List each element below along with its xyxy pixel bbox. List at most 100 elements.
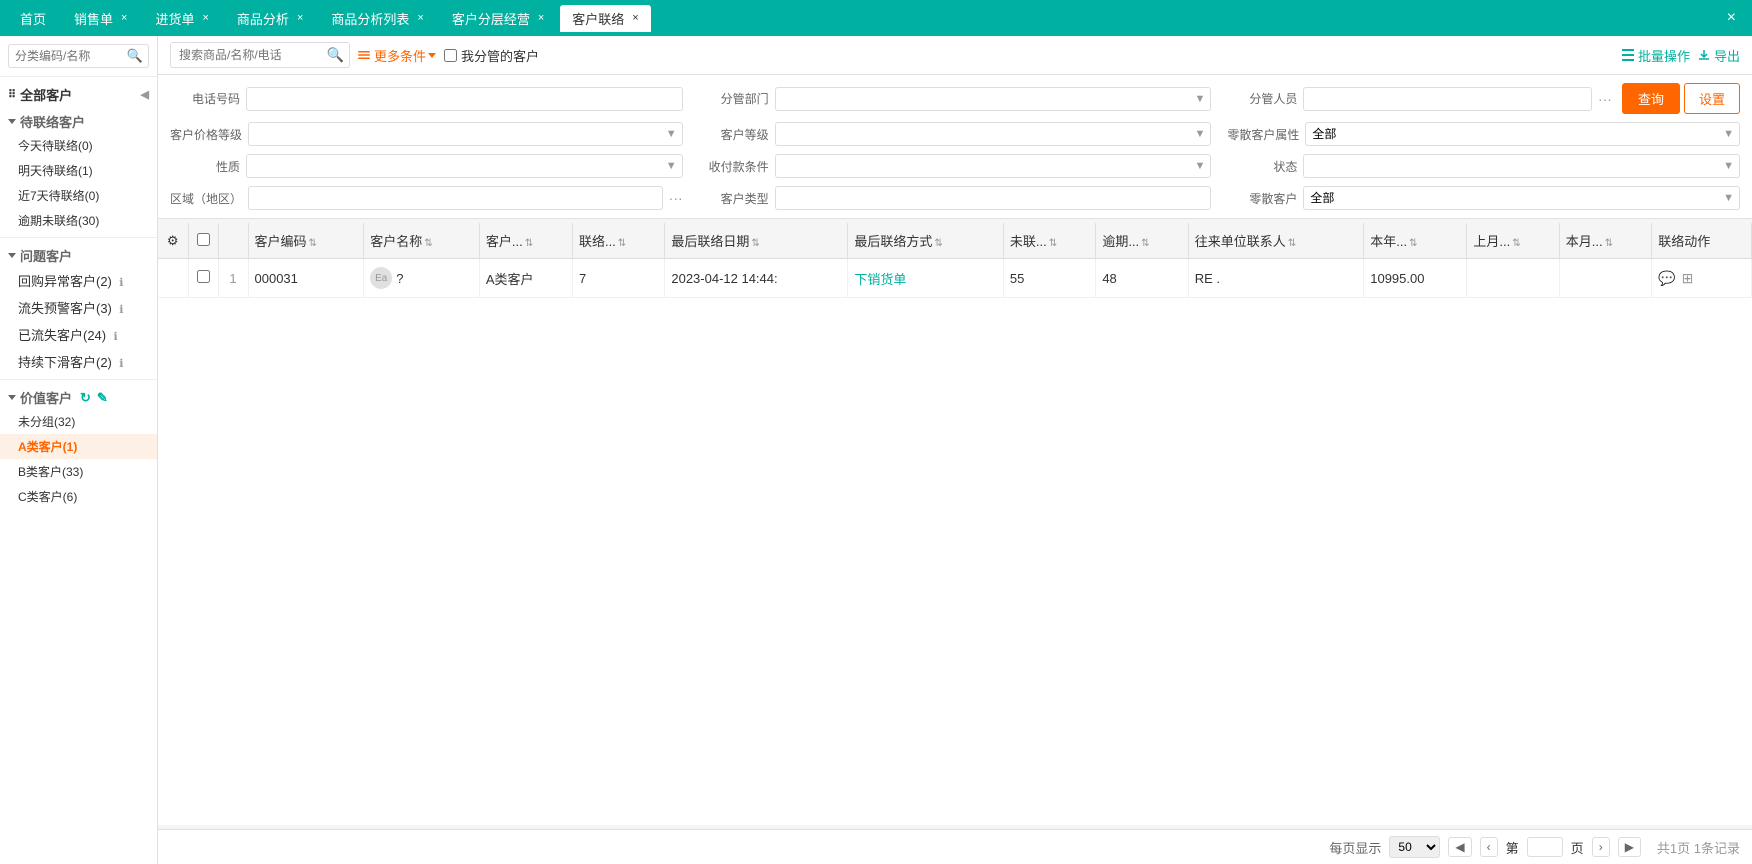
sort-icon-this-month: ⇅ bbox=[1605, 238, 1613, 249]
collapse-sidebar-icon: ◀ bbox=[141, 88, 149, 101]
col-header-name[interactable]: 客户名称⇅ bbox=[364, 223, 480, 259]
close-analysis-tab[interactable]: × bbox=[297, 12, 303, 24]
col-header-settings[interactable]: ⚙ bbox=[158, 223, 188, 259]
filter-search-button[interactable]: 🔍 bbox=[327, 47, 344, 64]
sort-icon-overdue: ⇅ bbox=[1141, 238, 1149, 249]
col-header-no-contact[interactable]: 未联...⇅ bbox=[1003, 223, 1095, 259]
last-page-button[interactable]: ▶ bbox=[1618, 837, 1641, 857]
filter-row-price-level: 客户价格等级 ▼ bbox=[170, 122, 683, 146]
close-purchase-tab[interactable]: × bbox=[202, 12, 208, 24]
settings-button[interactable]: 设置 bbox=[1684, 83, 1740, 114]
sidebar-item-7days[interactable]: 近7天待联络(0) bbox=[0, 183, 157, 208]
nav-tab-analysis-list[interactable]: 商品分析列表 × bbox=[319, 5, 435, 32]
nav-tab-customer-contact[interactable]: 客户联络 × bbox=[560, 5, 650, 32]
filter-select-dept[interactable] bbox=[775, 87, 1212, 111]
filter-search-input[interactable] bbox=[170, 42, 350, 68]
nav-home[interactable]: 首页 bbox=[8, 5, 58, 32]
sidebar-item-declining[interactable]: 持续下滑客户(2) ℹ bbox=[0, 348, 157, 375]
row-select-checkbox[interactable] bbox=[197, 270, 210, 283]
filter-dots-manager[interactable]: ··· bbox=[1598, 91, 1612, 107]
sidebar: 🔍 ⠿ 全部客户 ◀ 待联络客户 今天待联络(0) 明天待联络(1) 近7天待联… bbox=[0, 36, 158, 864]
sidebar-item-ungroup[interactable]: 未分组(32) bbox=[0, 409, 157, 434]
col-header-contact[interactable]: 联络...⇅ bbox=[572, 223, 664, 259]
sidebar-item-a-class[interactable]: A类客户(1) bbox=[0, 434, 157, 459]
nav-tab-sales[interactable]: 销售单 × bbox=[62, 5, 139, 32]
link-icon[interactable]: ⊞ bbox=[1682, 270, 1694, 287]
row-checkbox[interactable] bbox=[188, 259, 218, 298]
sort-icon-contact: ⇅ bbox=[618, 238, 626, 249]
close-customer-contact-tab[interactable]: × bbox=[632, 12, 638, 24]
filter-label-phone: 电话号码 bbox=[170, 90, 240, 107]
filter-label-price-level: 客户价格等级 bbox=[170, 126, 242, 143]
close-customer-tier-tab[interactable]: × bbox=[538, 12, 544, 24]
filter-label-nature: 性质 bbox=[170, 158, 240, 175]
filter-label-dept: 分管部门 bbox=[699, 90, 769, 107]
filter-row-retail: 零散客户 全部 ▼ bbox=[1227, 186, 1740, 210]
prev-page-button[interactable]: ‹ bbox=[1480, 837, 1498, 857]
nav-tab-analysis[interactable]: 商品分析 × bbox=[225, 5, 315, 32]
col-header-seq bbox=[218, 223, 248, 259]
page-number-input[interactable]: 1 bbox=[1527, 837, 1563, 857]
select-all-checkbox[interactable] bbox=[197, 233, 210, 246]
sidebar-item-overdue[interactable]: 逾期未联络(30) bbox=[0, 208, 157, 233]
col-header-last-month[interactable]: 上月...⇅ bbox=[1467, 223, 1559, 259]
my-customers-checkbox[interactable] bbox=[444, 49, 457, 62]
sidebar-item-c-class[interactable]: C类客户(6) bbox=[0, 484, 157, 509]
filter-input-customer-type[interactable] bbox=[775, 186, 1212, 210]
sort-icon-last-date: ⇅ bbox=[751, 238, 759, 249]
sort-icon-no-contact: ⇅ bbox=[1049, 238, 1057, 249]
col-header-code[interactable]: 客户编码⇅ bbox=[248, 223, 364, 259]
filter-select-nature[interactable] bbox=[246, 154, 683, 178]
sidebar-item-repurchase-abnormal[interactable]: 回购异常客户(2) ℹ bbox=[0, 267, 157, 294]
close-analysis-list-tab[interactable]: × bbox=[417, 12, 423, 24]
row-this-month bbox=[1559, 259, 1651, 298]
col-header-this-month[interactable]: 本月...⇅ bbox=[1559, 223, 1651, 259]
sidebar-item-churn-warning[interactable]: 流失预警客户(3) ℹ bbox=[0, 294, 157, 321]
filter-search-wrap: 🔍 bbox=[170, 42, 350, 68]
filter-input-phone[interactable] bbox=[246, 87, 683, 111]
my-customers-checkbox-wrap[interactable]: 我分管的客户 bbox=[444, 46, 539, 65]
filter-input-region[interactable] bbox=[248, 186, 663, 210]
sidebar-item-today[interactable]: 今天待联络(0) bbox=[0, 133, 157, 158]
filter-select-nature-wrap: ▼ bbox=[246, 154, 683, 178]
col-header-last-method[interactable]: 最后联络方式⇅ bbox=[848, 223, 1004, 259]
filter-select-retail-attr[interactable]: 全部 bbox=[1305, 122, 1740, 146]
close-sales-tab[interactable]: × bbox=[121, 12, 127, 24]
sidebar-search-wrap: 🔍 bbox=[8, 44, 149, 68]
sidebar-item-churned[interactable]: 已流失客户(24) ℹ bbox=[0, 321, 157, 348]
more-filters-button[interactable]: 更多条件 bbox=[358, 46, 436, 65]
filter-select-retail[interactable]: 全部 bbox=[1303, 186, 1740, 210]
filter-bar: 🔍 更多条件 我分管的客户 批量操作 导出 bbox=[158, 36, 1752, 75]
filter-dots-region[interactable]: ··· bbox=[669, 190, 683, 206]
nav-tab-customer-tier[interactable]: 客户分层经营 × bbox=[440, 5, 556, 32]
page-size-select[interactable]: 50 100 200 bbox=[1389, 836, 1440, 858]
col-header-this-year[interactable]: 本年...⇅ bbox=[1364, 223, 1467, 259]
col-header-level[interactable]: 客户...⇅ bbox=[479, 223, 572, 259]
close-all-tabs[interactable]: × bbox=[1719, 9, 1744, 27]
filter-select-status[interactable] bbox=[1303, 154, 1740, 178]
filter-select-payment[interactable] bbox=[775, 154, 1212, 178]
filter-label-manager: 分管人员 bbox=[1227, 90, 1297, 107]
filter-select-customer-level[interactable] bbox=[775, 122, 1212, 146]
all-customers-header[interactable]: ⠿ 全部客户 ◀ bbox=[0, 77, 157, 108]
nav-tab-purchase[interactable]: 进货单 × bbox=[143, 5, 220, 32]
row-last-method[interactable]: 下销货单 bbox=[848, 259, 1004, 298]
export-button[interactable]: 导出 bbox=[1698, 46, 1740, 65]
last-method-link[interactable]: 下销货单 bbox=[854, 272, 906, 287]
filter-row-region: 区域（地区） ··· bbox=[170, 186, 683, 210]
query-button[interactable]: 查询 bbox=[1622, 83, 1680, 114]
col-header-last-date[interactable]: 最后联络日期⇅ bbox=[665, 223, 848, 259]
chat-icon[interactable]: 💬 bbox=[1658, 270, 1675, 287]
col-header-overdue[interactable]: 逾期...⇅ bbox=[1096, 223, 1188, 259]
filter-input-manager[interactable] bbox=[1303, 87, 1592, 111]
first-page-button[interactable]: ◀ bbox=[1448, 837, 1471, 857]
next-page-button[interactable]: › bbox=[1592, 837, 1610, 857]
sidebar-search-icon[interactable]: 🔍 bbox=[127, 48, 143, 64]
group-label-pending: 待联络客户 bbox=[0, 108, 157, 133]
row-no-contact: 55 bbox=[1003, 259, 1095, 298]
col-header-unit-contact[interactable]: 往来单位联系人⇅ bbox=[1188, 223, 1364, 259]
sidebar-item-b-class[interactable]: B类客户(33) bbox=[0, 459, 157, 484]
filter-select-price-level[interactable] bbox=[248, 122, 683, 146]
bulk-ops-button[interactable]: 批量操作 bbox=[1622, 46, 1690, 65]
sidebar-item-tomorrow[interactable]: 明天待联络(1) bbox=[0, 158, 157, 183]
